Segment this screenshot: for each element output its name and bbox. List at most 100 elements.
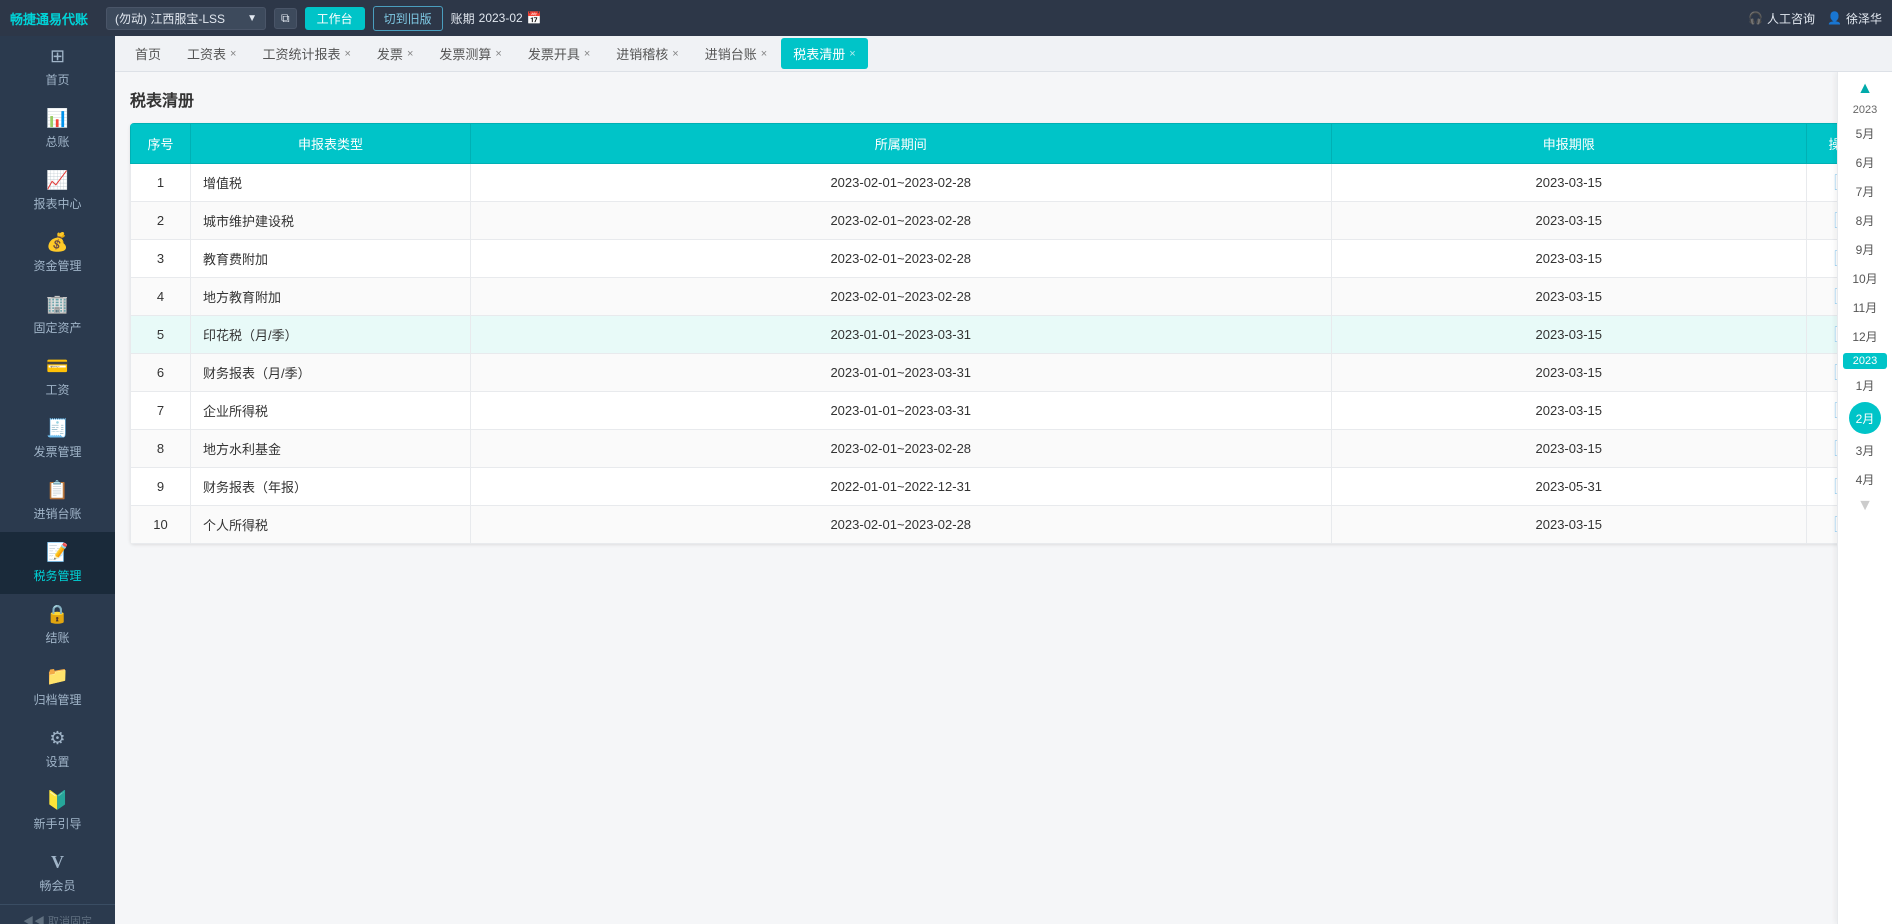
sidebar-label-tax: 税务管理 <box>33 567 81 584</box>
sidebar-label-ledger: 总账 <box>45 133 69 150</box>
month-8[interactable]: 8月 <box>1843 207 1887 234</box>
tab-home[interactable]: 首页 <box>123 38 173 69</box>
month-12[interactable]: 12月 <box>1843 323 1887 350</box>
tab-invoice-open-label: 发票开具 <box>528 44 580 63</box>
sidebar-item-tax[interactable]: 📝 税务管理 <box>0 532 115 594</box>
sidebar-item-salary[interactable]: 💳 工资 <box>0 346 115 408</box>
tab-tax-list-close[interactable]: × <box>849 48 855 60</box>
sidebar-footer-unpin[interactable]: ◀◀ 取消固定 <box>0 904 115 924</box>
tab-purchase-ledger[interactable]: 进销台账 × <box>693 38 779 69</box>
tab-invoice-calc[interactable]: 发票测算 × <box>427 38 513 69</box>
year-current[interactable]: 2023 <box>1843 353 1887 369</box>
sidebar-item-capital[interactable]: 💰 资金管理 <box>0 222 115 284</box>
main-layout: ⊞ 首页 📊 总账 📈 报表中心 💰 资金管理 🏢 固定资产 💳 工资 🧾 发票… <box>0 36 1892 924</box>
sidebar-item-purchase[interactable]: 📋 进销台账 <box>0 470 115 532</box>
switch-old-button[interactable]: 切到旧版 <box>373 6 443 31</box>
tab-purchase-check-close[interactable]: × <box>672 48 678 60</box>
sidebar-item-assets[interactable]: 🏢 固定资产 <box>0 284 115 346</box>
app-logo: 畅捷通易代账 <box>10 9 88 28</box>
tab-invoice[interactable]: 发票 × <box>365 38 425 69</box>
sidebar-label-guide: 新手引导 <box>33 815 81 832</box>
month-7[interactable]: 7月 <box>1843 178 1887 205</box>
tab-salary-stats-close[interactable]: × <box>344 48 350 60</box>
cell-type: 教育费附加 <box>191 240 471 278</box>
cell-num: 8 <box>131 430 191 468</box>
nav-down-arrow[interactable]: ▼ <box>1854 494 1876 518</box>
cell-deadline: 2023-05-31 <box>1331 468 1806 506</box>
col-header-num: 序号 <box>131 124 191 164</box>
sidebar-item-closing[interactable]: 🔒 结账 <box>0 594 115 656</box>
cell-period: 2023-02-01~2023-02-28 <box>471 202 1332 240</box>
vip-icon: V <box>51 852 64 873</box>
user-avatar-icon: 👤 <box>1827 11 1842 25</box>
user-service-btn[interactable]: 🎧 人工咨询 <box>1748 10 1815 27</box>
cell-type: 财务报表（月/季） <box>191 354 471 392</box>
calendar-icon[interactable]: 📅 <box>527 11 542 25</box>
sidebar-label-reports: 报表中心 <box>33 195 81 212</box>
cell-num: 5 <box>131 316 191 354</box>
month-4[interactable]: 4月 <box>1843 466 1887 493</box>
top-bar: 畅捷通易代账 (勿动) 江西服宝-LSS ▼ ⧉ 工作台 切到旧版 账期 202… <box>0 0 1892 36</box>
cell-deadline: 2023-03-15 <box>1331 278 1806 316</box>
table-row: 7 企业所得税 2023-01-01~2023-03-31 2023-03-15… <box>131 392 1877 430</box>
period-display: 账期 2023-02 📅 <box>451 10 542 27</box>
year-2022-label: 2023 <box>1851 101 1879 119</box>
tab-invoice-open-close[interactable]: × <box>584 48 590 60</box>
settings-icon: ⚙ <box>49 728 65 749</box>
cell-num: 2 <box>131 202 191 240</box>
sidebar-item-settings[interactable]: ⚙ 设置 <box>0 718 115 780</box>
workbench-button[interactable]: 工作台 <box>305 7 365 30</box>
month-9[interactable]: 9月 <box>1843 236 1887 263</box>
nav-up-arrow[interactable]: ▲ <box>1854 77 1876 101</box>
sidebar-item-vip[interactable]: V 畅会员 <box>0 842 115 904</box>
tab-salary-table[interactable]: 工资表 × <box>175 38 248 69</box>
table-row: 3 教育费附加 2023-02-01~2023-02-28 2023-03-15… <box>131 240 1877 278</box>
tab-invoice-close[interactable]: × <box>407 48 413 60</box>
home-icon: ⊞ <box>50 46 65 67</box>
unpin-icon: ◀◀ <box>23 916 45 924</box>
tab-tax-list[interactable]: 税表清册 × <box>781 38 867 69</box>
month-1[interactable]: 1月 <box>1843 372 1887 399</box>
sidebar-item-reports[interactable]: 📈 报表中心 <box>0 160 115 222</box>
month-11[interactable]: 11月 <box>1843 294 1887 321</box>
table-row: 4 地方教育附加 2023-02-01~2023-02-28 2023-03-1… <box>131 278 1877 316</box>
tab-purchase-ledger-close[interactable]: × <box>761 48 767 60</box>
sidebar-item-invoice[interactable]: 🧾 发票管理 <box>0 408 115 470</box>
sidebar-label-vip: 畅会员 <box>39 877 75 894</box>
month-6[interactable]: 6月 <box>1843 149 1887 176</box>
cell-period: 2023-02-01~2023-02-28 <box>471 430 1332 468</box>
company-name: (勿动) 江西服宝-LSS <box>115 10 225 27</box>
month-5[interactable]: 5月 <box>1843 120 1887 147</box>
tab-invoice-open[interactable]: 发票开具 × <box>516 38 602 69</box>
sidebar-item-guide[interactable]: 🔰 新手引导 <box>0 780 115 842</box>
sidebar-label-assets: 固定资产 <box>33 319 81 336</box>
sidebar-item-ledger[interactable]: 📊 总账 <box>0 98 115 160</box>
user-service-label: 人工咨询 <box>1767 10 1815 27</box>
tab-purchase-ledger-label: 进销台账 <box>705 44 757 63</box>
tab-purchase-check[interactable]: 进销稽核 × <box>604 38 690 69</box>
page-header: 税表清册 ↻ 刷新 <box>130 87 1877 111</box>
top-bar-right: 🎧 人工咨询 👤 徐泽华 <box>1748 10 1882 27</box>
tab-invoice-calc-close[interactable]: × <box>495 48 501 60</box>
company-selector[interactable]: (勿动) 江西服宝-LSS ▼ <box>106 7 266 30</box>
tab-salary-table-close[interactable]: × <box>230 48 236 60</box>
cell-deadline: 2023-03-15 <box>1331 392 1806 430</box>
tab-home-label: 首页 <box>135 44 161 63</box>
tab-purchase-check-label: 进销稽核 <box>616 44 668 63</box>
month-2-active[interactable]: 2月 <box>1849 402 1881 434</box>
cell-deadline: 2023-03-15 <box>1331 354 1806 392</box>
cell-num: 6 <box>131 354 191 392</box>
month-3[interactable]: 3月 <box>1843 437 1887 464</box>
sidebar-item-archive[interactable]: 📁 归档管理 <box>0 656 115 718</box>
tab-salary-stats[interactable]: 工资统计报表 × <box>250 38 362 69</box>
cell-num: 9 <box>131 468 191 506</box>
cell-type: 增值税 <box>191 164 471 202</box>
cell-type: 印花税（月/季） <box>191 316 471 354</box>
page-title: 税表清册 <box>130 87 194 111</box>
user-name-btn[interactable]: 👤 徐泽华 <box>1827 10 1882 27</box>
page-content: 税表清册 ↻ 刷新 序号 申报表类型 所属期间 申报期限 操作 <box>115 72 1892 924</box>
month-10[interactable]: 10月 <box>1843 265 1887 292</box>
sidebar-label-home: 首页 <box>45 71 69 88</box>
copy-icon-button[interactable]: ⧉ <box>274 8 297 29</box>
sidebar-item-home[interactable]: ⊞ 首页 <box>0 36 115 98</box>
